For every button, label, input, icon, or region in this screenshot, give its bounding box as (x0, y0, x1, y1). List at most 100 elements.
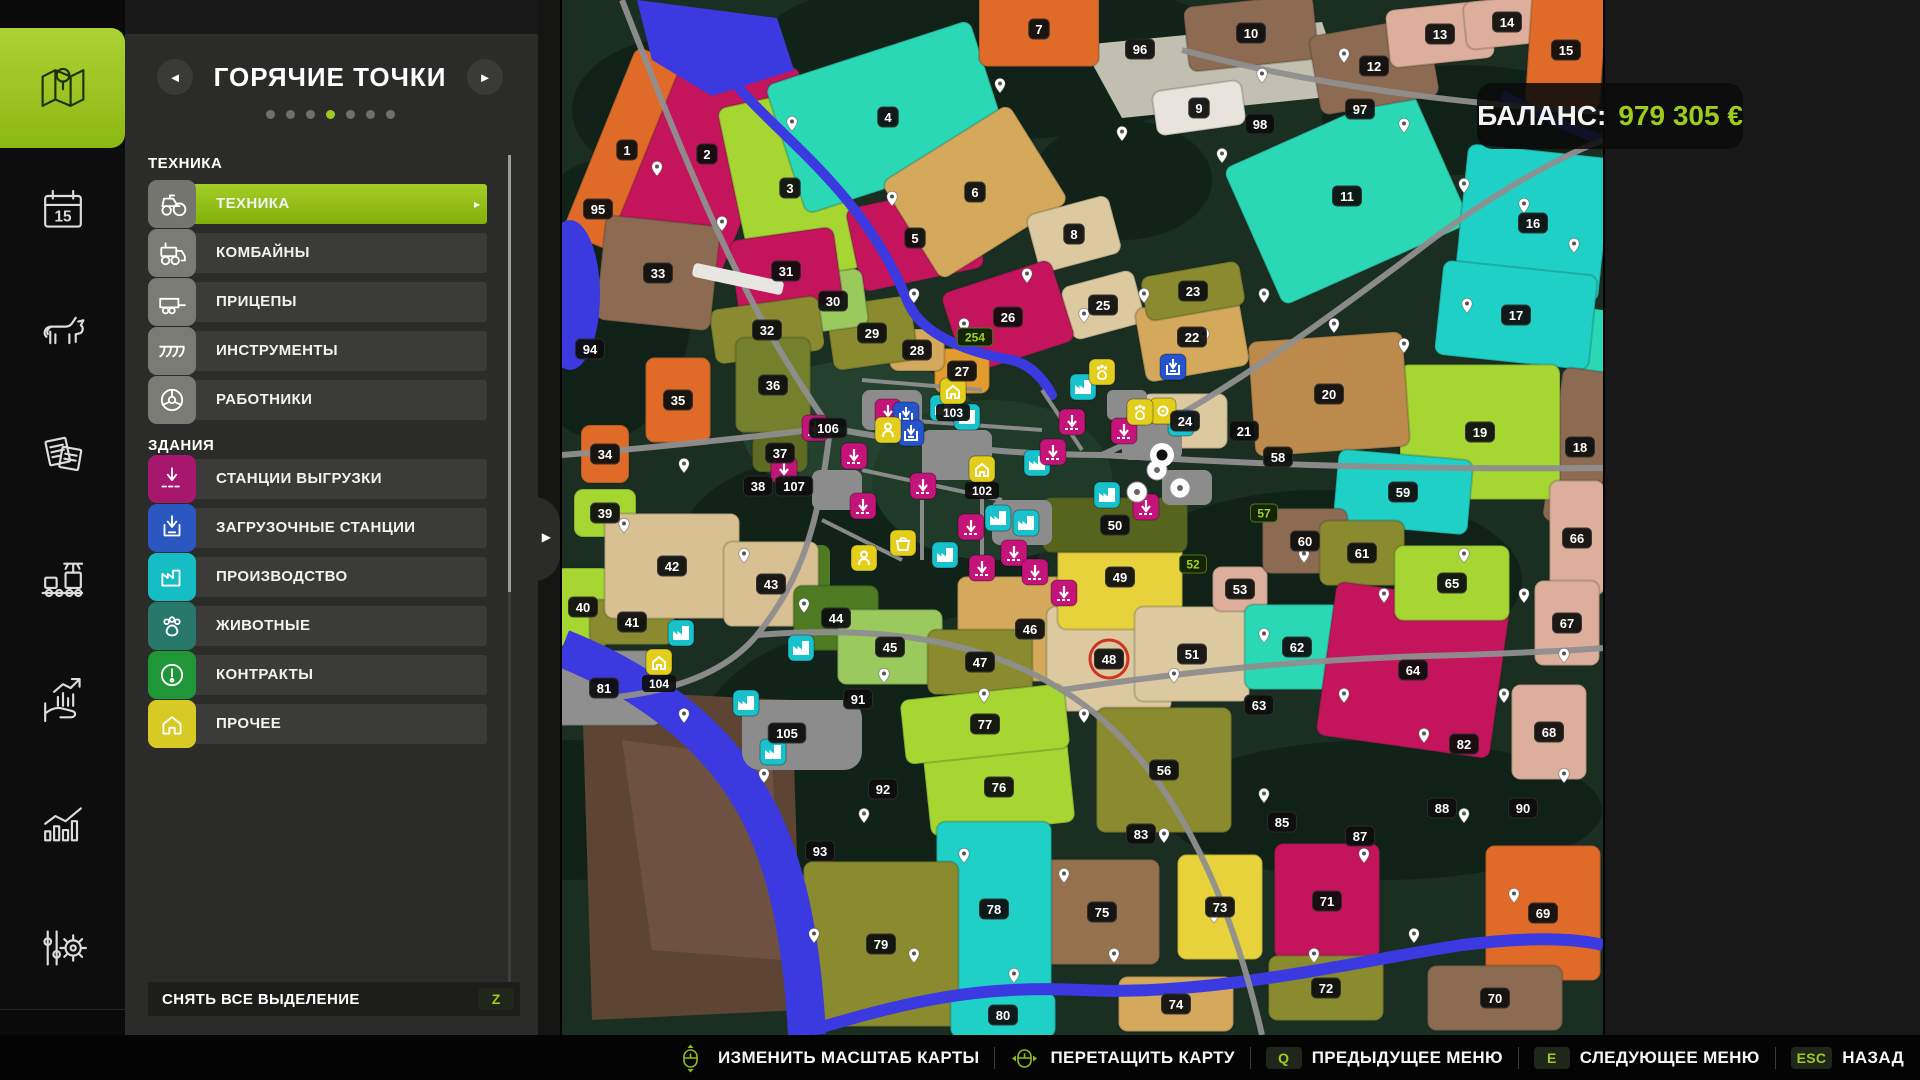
svg-text:52: 52 (1186, 558, 1200, 572)
svg-text:14: 14 (1500, 15, 1515, 30)
sidebar-item-animals[interactable] (0, 271, 125, 395)
sidebar-item-statistics[interactable] (0, 763, 125, 887)
svg-text:22: 22 (1185, 330, 1199, 345)
map-icon-misc-person[interactable] (851, 545, 877, 571)
filter-item-label: РАБОТНИКИ (216, 376, 312, 424)
map-icon-prod[interactable] (788, 635, 814, 661)
sidebar-item-finance[interactable] (0, 640, 125, 764)
svg-text:30: 30 (826, 294, 840, 309)
map-icon-unload[interactable] (1059, 409, 1085, 435)
map-icon-misc-person[interactable] (875, 417, 901, 443)
map-icon-load[interactable] (1160, 354, 1186, 380)
world-map[interactable]: 1234567825910969798111213141516171819202… (562, 0, 1603, 1035)
map-icon-misc-house[interactable] (940, 378, 966, 404)
field-number-badge-28: 28 (903, 340, 932, 360)
sidebar-item-contracts-docs[interactable] (0, 394, 125, 518)
map-canvas[interactable]: 1234567825910969798111213141516171819202… (562, 0, 1603, 1035)
filter-item-contract[interactable]: КОНТРАКТЫ▸ (148, 651, 487, 699)
map-icon-unload[interactable] (1022, 559, 1048, 585)
filter-item-load-station[interactable]: ЗАГРУЗОЧНЫЕ СТАНЦИИ▸ (148, 504, 487, 552)
field-number-badge-25: 25 (1089, 295, 1118, 315)
field-number-badge-12: 12 (1360, 56, 1389, 76)
filter-item-tractor[interactable]: ТЕХНИКА▸ (148, 180, 487, 228)
map-icon-prod[interactable] (932, 542, 958, 568)
steering-wheel-icon (148, 376, 196, 424)
field-number-badge-21: 21 (1230, 421, 1259, 441)
hotkey-label: НАЗАД (1842, 1048, 1904, 1068)
field-number-badge-6: 6 (965, 182, 986, 202)
map-icon-misc-basket[interactable] (890, 530, 916, 556)
poi-number-badge-104: 104 (642, 675, 676, 692)
house-icon (157, 709, 187, 739)
panel-collapse-tab[interactable]: ▶ (527, 497, 560, 581)
field-number-badge-51: 51 (1178, 644, 1207, 664)
deselect-all-button[interactable]: СНЯТЬ ВСЕ ВЫДЕЛЕНИЕ Z (148, 982, 520, 1016)
map-icon-unload[interactable] (841, 443, 867, 469)
page-dot (266, 110, 275, 119)
filter-item-label: ЗАГРУЗОЧНЫЕ СТАНЦИИ (216, 504, 415, 552)
harvester-icon (148, 229, 196, 277)
map-icon-unload[interactable] (1051, 580, 1077, 606)
svg-text:102: 102 (972, 484, 992, 498)
filter-item-paw[interactable]: ЖИВОТНЫЕ▸ (148, 602, 487, 650)
paw-icon (157, 611, 187, 641)
svg-text:83: 83 (1134, 827, 1148, 842)
svg-text:74: 74 (1169, 997, 1184, 1012)
sidebar-item-calendar[interactable]: 15 (0, 148, 125, 272)
map-icon-wcircle[interactable] (1170, 478, 1190, 498)
filter-item-implement[interactable]: ИНСТРУМЕНТЫ▸ (148, 327, 487, 375)
map-icon-unload[interactable] (1040, 439, 1066, 465)
field-number-badge-105: 105 (768, 723, 806, 743)
svg-text:58: 58 (1271, 450, 1285, 465)
map-icon-unload[interactable] (910, 473, 936, 499)
paw-icon (148, 602, 196, 650)
map-icon-unload[interactable] (850, 493, 876, 519)
map-icon-load[interactable] (898, 420, 924, 446)
map-icon-prod[interactable] (668, 620, 694, 646)
map-icon-prod[interactable] (1013, 510, 1039, 536)
svg-text:61: 61 (1355, 546, 1369, 561)
svg-text:28: 28 (910, 343, 924, 358)
filter-item-unload-station[interactable]: СТАНЦИИ ВЫГРУЗКИ▸ (148, 455, 487, 503)
tractor-icon (157, 189, 187, 219)
field-number-badge-93: 93 (806, 841, 835, 861)
field-number-badge-63: 63 (1245, 695, 1274, 715)
map-icon-wdot[interactable] (1150, 443, 1174, 467)
next-page-button[interactable]: ► (467, 59, 503, 95)
field-number-badge-13: 13 (1426, 24, 1455, 44)
svg-text:25: 25 (1096, 298, 1110, 313)
map-icon-misc-house[interactable] (646, 649, 672, 675)
sidebar-item-production[interactable] (0, 517, 125, 641)
map-icon-prod[interactable] (985, 505, 1011, 531)
field-number-badge-27: 27 (948, 361, 977, 381)
field-number-badge-22: 22 (1178, 327, 1207, 347)
filter-item-trailer[interactable]: ПРИЦЕПЫ▸ (148, 278, 487, 326)
contract-icon (148, 651, 196, 699)
tractor-icon (148, 180, 196, 228)
sidebar-item-map[interactable] (0, 28, 125, 148)
map-icon-anim[interactable] (1089, 359, 1115, 385)
map-icon-prod[interactable] (733, 690, 759, 716)
hotkey-separator (1518, 1047, 1519, 1069)
menu-scrollbar-thumb[interactable] (508, 155, 511, 592)
map-icon-wcircle[interactable] (1127, 482, 1147, 502)
map-icon-anim[interactable] (1127, 399, 1153, 425)
field-number-badge-4: 4 (878, 107, 899, 127)
filter-item-steering-wheel[interactable]: РАБОТНИКИ▸ (148, 376, 487, 424)
map-icon-misc-house[interactable] (969, 456, 995, 482)
field-number-badge-92: 92 (869, 779, 898, 799)
map-icon-unload[interactable] (958, 514, 984, 540)
svg-text:27: 27 (955, 364, 969, 379)
map-icon-prod[interactable] (1094, 482, 1120, 508)
field-number-badge-2: 2 (697, 144, 718, 164)
filter-item-house[interactable]: ПРОЧЕЕ▸ (148, 700, 487, 748)
svg-text:36: 36 (766, 378, 780, 393)
filter-item-harvester[interactable]: КОМБАЙНЫ▸ (148, 229, 487, 277)
filter-item-factory[interactable]: ПРОИЗВОДСТВО▸ (148, 553, 487, 601)
implement-icon (157, 336, 187, 366)
field-number-badge-33: 33 (644, 263, 673, 283)
sidebar-item-settings[interactable] (0, 886, 125, 1010)
prev-page-button[interactable]: ◄ (157, 59, 193, 95)
map-icon-unload[interactable] (969, 555, 995, 581)
field-number-badge-38: 38 (744, 476, 773, 496)
